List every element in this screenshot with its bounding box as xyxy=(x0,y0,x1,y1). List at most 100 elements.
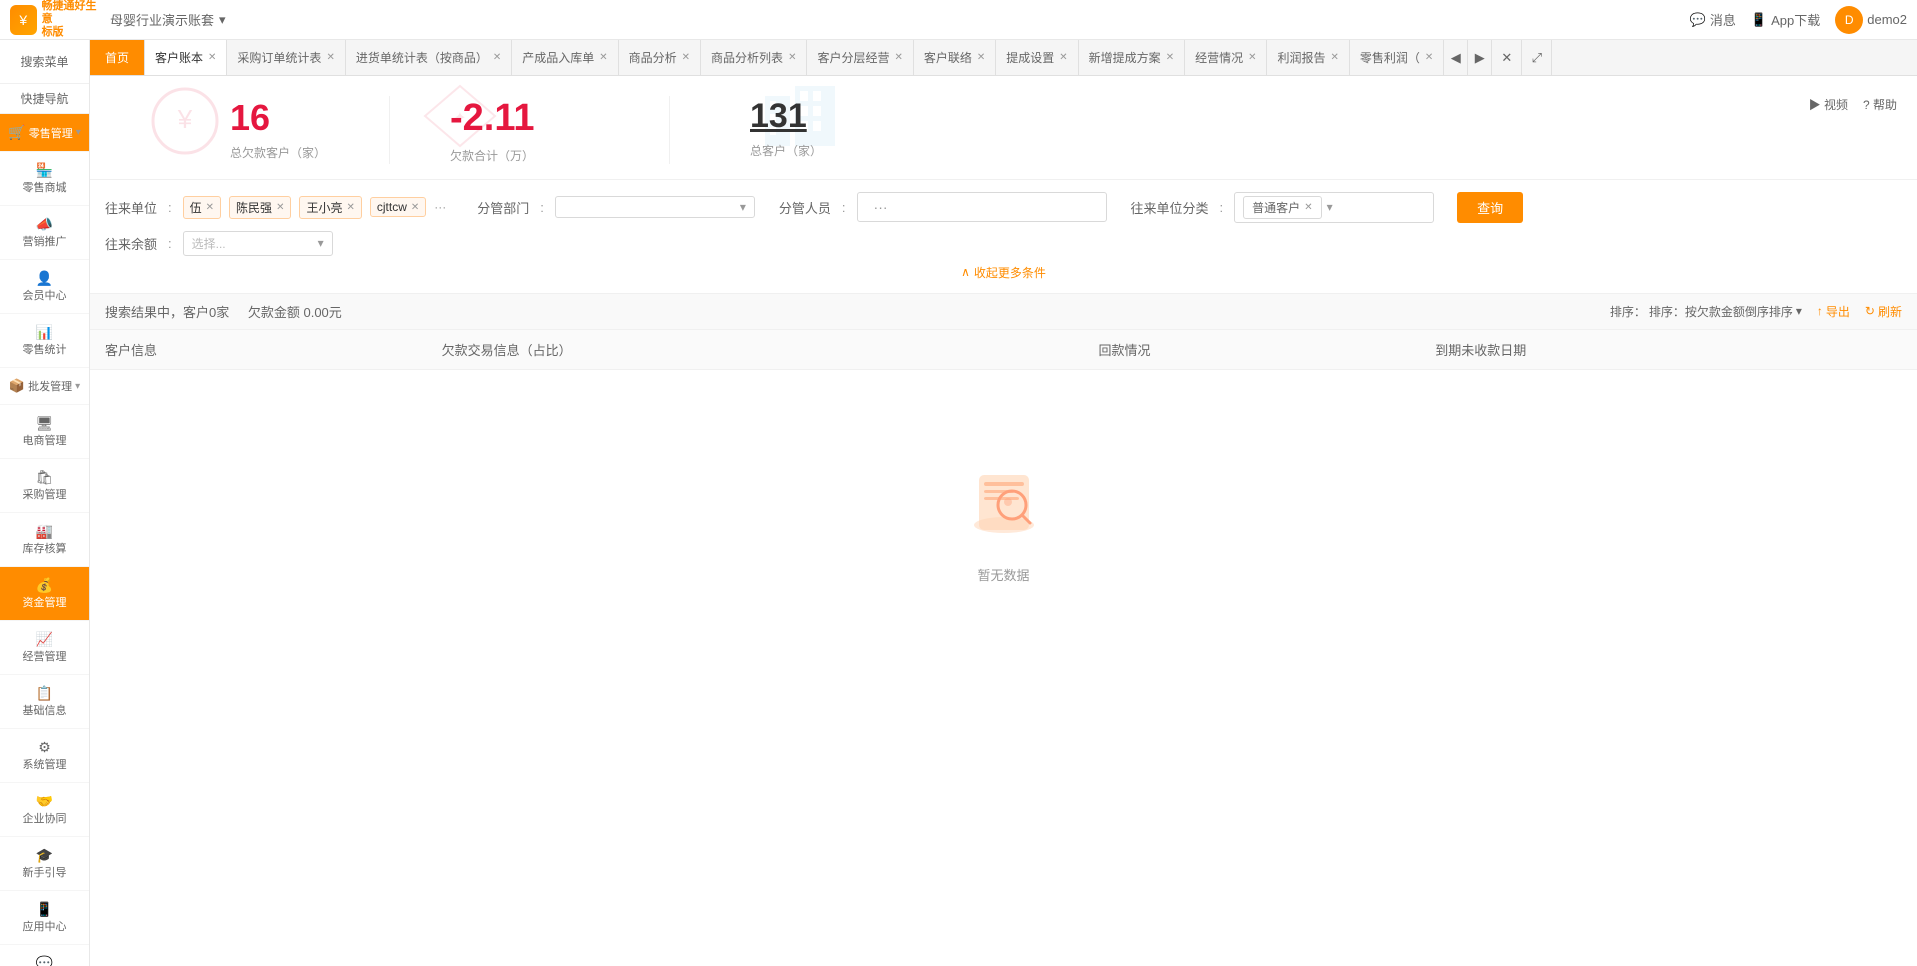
tab-inbound-stats[interactable]: 进货单统计表（按商品） ✕ xyxy=(346,40,512,76)
filter-tag-close-wu[interactable]: ✕ xyxy=(206,202,214,213)
stats-section: ¥ 16 总欠款客户（家） ✦ xyxy=(90,76,1917,180)
tab-product-analysis[interactable]: 商品分析 ✕ xyxy=(619,40,701,76)
app-download-button[interactable]: 📱 App下载 xyxy=(1751,10,1820,29)
sidebar-item-ecommerce[interactable]: 🖥 电商管理 xyxy=(0,405,89,459)
empty-text: 暂无数据 xyxy=(977,565,1029,584)
balance-select[interactable]: 选择... ▾ xyxy=(183,231,333,256)
tab-profit-report[interactable]: 利润报告 ✕ xyxy=(1267,40,1349,76)
filter-tag-wu[interactable]: 伍 ✕ xyxy=(183,196,221,219)
tab-close-retail-profit[interactable]: ✕ xyxy=(1425,52,1433,63)
filter-more-units[interactable]: ··· xyxy=(434,200,446,214)
tab-proposal-settings[interactable]: 提成设置 ✕ xyxy=(996,40,1078,76)
tab-customer-contact[interactable]: 客户联络 ✕ xyxy=(914,40,996,76)
tab-new-proposal[interactable]: 新增提成方案 ✕ xyxy=(1079,40,1185,76)
ops-icon: 📈 xyxy=(36,631,53,648)
col-customer-info: 客户信息 xyxy=(90,330,427,370)
top-right-actions: ▶ 视频 ? 帮助 xyxy=(1809,96,1897,164)
category-tag-close[interactable]: ✕ xyxy=(1304,202,1312,213)
expand-icon2: ▾ xyxy=(75,381,80,392)
tab-product-inbound[interactable]: 产成品入库单 ✕ xyxy=(512,40,618,76)
top-bar: ¥ 畅捷通好生意 标版 母婴行业演示账套 ▾ 💬 消息 📱 App下载 D de… xyxy=(0,0,1917,40)
tab-close-inbound-stats[interactable]: ✕ xyxy=(493,52,501,63)
phone-icon: 📱 xyxy=(1751,12,1767,28)
tab-product-analysis-list[interactable]: 商品分析列表 ✕ xyxy=(701,40,807,76)
query-button[interactable]: 查询 xyxy=(1457,192,1523,223)
department-select[interactable]: ▾ xyxy=(555,196,755,218)
sidebar-item-retail-mall[interactable]: 🏪 零售商城 xyxy=(0,152,89,206)
filter-tag-wang[interactable]: 王小亮 ✕ xyxy=(299,196,361,219)
results-actions: 排序： 排序：按欠款金额倒序排序 ▾ ↑ 导出 ↻ 刷新 xyxy=(1610,303,1902,320)
sidebar-item-marketing[interactable]: 📣 营销推广 xyxy=(0,206,89,260)
purchase-icon: 🛍 xyxy=(36,469,54,486)
sort-select[interactable]: 排序： 排序：按欠款金额倒序排序 ▾ xyxy=(1610,303,1802,320)
sidebar-item-retail-stats[interactable]: 📊 零售统计 xyxy=(0,314,89,368)
message-button[interactable]: 💬 消息 xyxy=(1690,10,1736,29)
sidebar-item-finance[interactable]: 💰 资金管理 xyxy=(0,567,89,621)
tab-customer-segment[interactable]: 客户分层经营 ✕ xyxy=(807,40,913,76)
tab-close-proposal-settings[interactable]: ✕ xyxy=(1059,52,1067,63)
stat-value-customers: 16 xyxy=(230,96,270,139)
filter-tag-chen[interactable]: 陈民强 ✕ xyxy=(229,196,291,219)
expand-icon: ▾ xyxy=(76,127,81,138)
category-select[interactable]: 普通客户 ✕ ▾ xyxy=(1234,192,1434,223)
tab-next-btn[interactable]: ▶ xyxy=(1468,40,1492,76)
tab-purchase-order-stats[interactable]: 采购订单统计表 ✕ xyxy=(227,40,345,76)
sidebar-item-basic-info[interactable]: 📋 基础信息 xyxy=(0,675,89,729)
tab-operations[interactable]: 经营情况 ✕ xyxy=(1185,40,1267,76)
sidebar-item-retail-mgmt[interactable]: 🛒 零售管理 ▾ xyxy=(0,114,89,152)
sidebar-item-app-center[interactable]: 📱 应用中心 xyxy=(0,891,89,945)
tab-close-customer-contact[interactable]: ✕ xyxy=(977,52,985,63)
tab-expand-btn[interactable]: ⤢ xyxy=(1522,40,1552,76)
stat-label-debt: 欠款合计（万） xyxy=(450,147,534,164)
user-menu[interactable]: D demo2 xyxy=(1835,6,1907,34)
video-button[interactable]: ▶ 视频 xyxy=(1809,96,1848,113)
dots-icon: ··· xyxy=(866,196,896,218)
tab-home[interactable]: 首页 xyxy=(90,40,145,76)
results-bar: 搜索结果中，客户0家 欠款金额 0.00元 排序： 排序：按欠款金额倒序排序 ▾… xyxy=(90,294,1917,330)
filter-tag-close-wang[interactable]: ✕ xyxy=(346,202,354,213)
sidebar-item-batch-mgmt[interactable]: 📦 批发管理 ▾ xyxy=(0,368,89,405)
tab-retail-profit[interactable]: 零售利润（ ✕ xyxy=(1350,40,1444,76)
sidebar-item-inventory[interactable]: 🏭 库存核算 xyxy=(0,513,89,567)
sidebar-item-enterprise-wechat[interactable]: 💬 企业微信 xyxy=(0,945,89,966)
sidebar-item-newbie[interactable]: 🎓 新手引导 xyxy=(0,837,89,891)
sidebar-item-purchase[interactable]: 🛍 采购管理 xyxy=(0,459,89,513)
filter-tag-close-chen[interactable]: ✕ xyxy=(276,202,284,213)
tab-close-customer-segment[interactable]: ✕ xyxy=(894,52,902,63)
stat-label-clients: 总客户（家） xyxy=(750,142,822,159)
sidebar-item-system[interactable]: ⚙ 系统管理 xyxy=(0,729,89,783)
table-header: 客户信息 欠款交易信息（占比） 回款情况 到期未收款日期 xyxy=(90,330,1917,370)
help-button[interactable]: ? 帮助 xyxy=(1863,96,1897,113)
collapse-button[interactable]: ∧ 收起更多条件 xyxy=(105,264,1902,281)
export-button[interactable]: ↑ 导出 xyxy=(1817,303,1850,320)
tab-close-all-btn[interactable]: ✕ xyxy=(1492,40,1522,76)
account-selector[interactable]: 母婴行业演示账套 ▾ xyxy=(100,10,241,29)
tab-close-product-analysis-list[interactable]: ✕ xyxy=(788,52,796,63)
tab-close-operations[interactable]: ✕ xyxy=(1248,52,1256,63)
stat-total-debt: -2.11 欠款合计（万） xyxy=(390,96,670,164)
tab-close-new-proposal[interactable]: ✕ xyxy=(1166,52,1174,63)
filter-tag-close-cjttcw[interactable]: ✕ xyxy=(411,202,419,213)
search-menu-button[interactable]: 搜索菜单 xyxy=(8,48,81,75)
tab-close-profit-report[interactable]: ✕ xyxy=(1331,52,1339,63)
tab-close-purchase-stats[interactable]: ✕ xyxy=(326,52,334,63)
tab-close-customer-ledger[interactable]: ✕ xyxy=(208,52,216,63)
tab-prev-btn[interactable]: ◀ xyxy=(1444,40,1468,76)
person-select[interactable]: ··· xyxy=(857,192,1107,222)
filter-tag-cjttcw[interactable]: cjttcw ✕ xyxy=(370,197,426,217)
sidebar-item-member-center[interactable]: 👤 会员中心 xyxy=(0,260,89,314)
sidebar-item-operations-mgmt[interactable]: 📈 经营管理 xyxy=(0,621,89,675)
sidebar-item-enterprise[interactable]: 🤝 企业协同 xyxy=(0,783,89,837)
stat-total-clients: 131 总客户（家） xyxy=(670,96,862,164)
tab-close-product-inbound[interactable]: ✕ xyxy=(599,52,607,63)
logo-text: 畅捷通好生意 标版 xyxy=(42,0,100,39)
logo-icon: ¥ xyxy=(10,5,37,35)
stat-value-clients: 131 xyxy=(750,96,807,137)
tab-close-product-analysis[interactable]: ✕ xyxy=(682,52,690,63)
refresh-button[interactable]: ↻ 刷新 xyxy=(1865,303,1902,320)
logo-area: ¥ 畅捷通好生意 标版 xyxy=(10,0,100,39)
category-tag: 普通客户 ✕ xyxy=(1243,196,1321,219)
empty-state: 暂无数据 xyxy=(90,370,1917,664)
tab-customer-ledger[interactable]: 客户账本 ✕ xyxy=(145,40,227,76)
quick-nav-button[interactable]: 快捷导航 xyxy=(0,84,89,114)
